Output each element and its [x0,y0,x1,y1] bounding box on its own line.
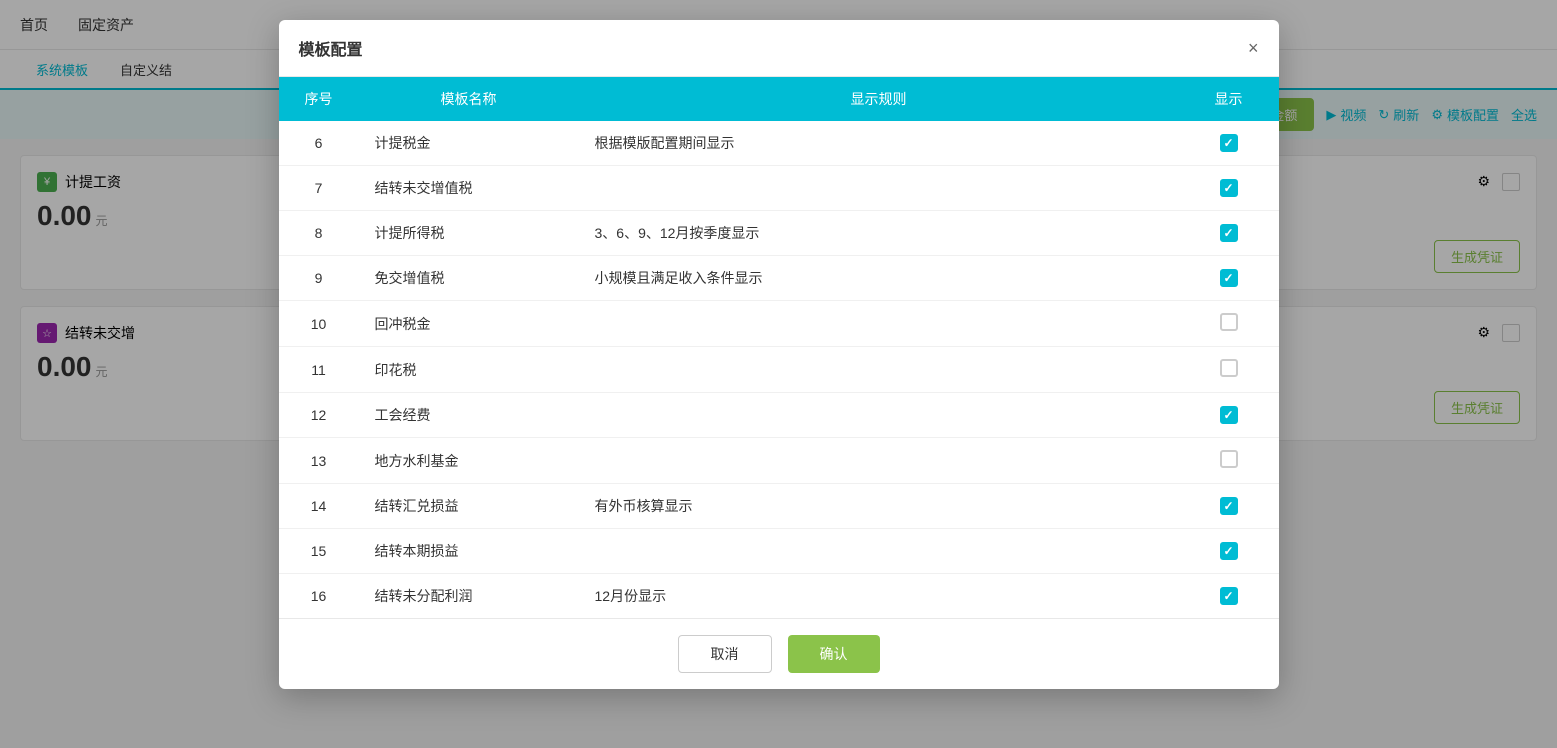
cell-row-name: 结转本期损益 [359,529,579,574]
cell-row-rule [579,438,1179,484]
modal-footer: 取消 确认 [279,618,1279,689]
cell-row-name: 免交增值税 [359,256,579,301]
col-header-name: 模板名称 [359,77,579,121]
modal-title: 模板配置 [299,36,363,60]
table-row: 8计提所得税3、6、9、12月按季度显示 [279,211,1279,256]
cell-row-id: 13 [279,438,359,484]
table-row: 13地方水利基金 [279,438,1279,484]
cell-row-check [1179,438,1279,484]
cell-row-id: 11 [279,347,359,393]
checkbox-16[interactable] [1220,587,1238,605]
cell-row-check [1179,121,1279,166]
col-header-show: 显示 [1179,77,1279,121]
checkbox-6[interactable] [1220,134,1238,152]
cancel-button[interactable]: 取消 [678,635,772,673]
cell-row-check [1179,393,1279,438]
cell-row-id: 16 [279,574,359,619]
checkbox-10[interactable] [1220,313,1238,331]
cell-row-check [1179,529,1279,574]
checkbox-14[interactable] [1220,497,1238,515]
cell-row-id: 15 [279,529,359,574]
cell-row-rule: 根据模版配置期间显示 [579,121,1179,166]
cell-row-name: 印花税 [359,347,579,393]
cell-row-rule [579,393,1179,438]
cell-row-name: 结转未分配利润 [359,574,579,619]
cell-row-check [1179,256,1279,301]
cell-row-check [1179,484,1279,529]
cell-row-id: 10 [279,301,359,347]
table-row: 12工会经费 [279,393,1279,438]
checkbox-9[interactable] [1220,269,1238,287]
checkbox-13[interactable] [1220,450,1238,468]
table-row: 11印花税 [279,347,1279,393]
cell-row-id: 14 [279,484,359,529]
cell-row-check [1179,347,1279,393]
cell-row-rule: 3、6、9、12月按季度显示 [579,211,1179,256]
table-row: 7结转未交增值税 [279,166,1279,211]
cell-row-id: 12 [279,393,359,438]
modal-body: 序号 模板名称 显示规则 显示 6计提税金根据模版配置期间显示7结转未交增值税8… [279,77,1279,618]
cell-row-id: 8 [279,211,359,256]
cell-row-rule [579,347,1179,393]
cell-row-rule: 小规模且满足收入条件显示 [579,256,1179,301]
col-header-rule: 显示规则 [579,77,1179,121]
table-row: 10回冲税金 [279,301,1279,347]
table-row: 6计提税金根据模版配置期间显示 [279,121,1279,166]
modal-overlay: 模板配置 × 序号 模板名称 显示规则 显示 6计提税金根据模版配置期间显示7结… [0,0,1557,748]
checkbox-7[interactable] [1220,179,1238,197]
confirm-button[interactable]: 确认 [788,635,880,673]
cell-row-check [1179,166,1279,211]
cell-row-check [1179,211,1279,256]
modal-header: 模板配置 × [279,20,1279,77]
checkbox-8[interactable] [1220,224,1238,242]
cell-row-name: 地方水利基金 [359,438,579,484]
checkbox-12[interactable] [1220,406,1238,424]
table-row: 16结转未分配利润12月份显示 [279,574,1279,619]
table-row: 9免交增值税小规模且满足收入条件显示 [279,256,1279,301]
cell-row-id: 7 [279,166,359,211]
cell-row-rule: 12月份显示 [579,574,1179,619]
cell-row-rule [579,166,1179,211]
modal-close-button[interactable]: × [1248,39,1259,57]
cell-row-rule [579,301,1179,347]
table-header-row: 序号 模板名称 显示规则 显示 [279,77,1279,121]
checkbox-11[interactable] [1220,359,1238,377]
cell-row-rule [579,529,1179,574]
cell-row-name: 计提所得税 [359,211,579,256]
col-header-id: 序号 [279,77,359,121]
cell-row-check [1179,574,1279,619]
modal-template-config: 模板配置 × 序号 模板名称 显示规则 显示 6计提税金根据模版配置期间显示7结… [279,20,1279,689]
cell-row-name: 计提税金 [359,121,579,166]
cell-row-check [1179,301,1279,347]
cell-row-name: 结转汇兑损益 [359,484,579,529]
table-row: 14结转汇兑损益有外币核算显示 [279,484,1279,529]
config-table: 序号 模板名称 显示规则 显示 6计提税金根据模版配置期间显示7结转未交增值税8… [279,77,1279,618]
cell-row-id: 9 [279,256,359,301]
cell-row-id: 6 [279,121,359,166]
cell-row-name: 工会经费 [359,393,579,438]
checkbox-15[interactable] [1220,542,1238,560]
table-row: 15结转本期损益 [279,529,1279,574]
cell-row-name: 回冲税金 [359,301,579,347]
cell-row-rule: 有外币核算显示 [579,484,1179,529]
cell-row-name: 结转未交增值税 [359,166,579,211]
